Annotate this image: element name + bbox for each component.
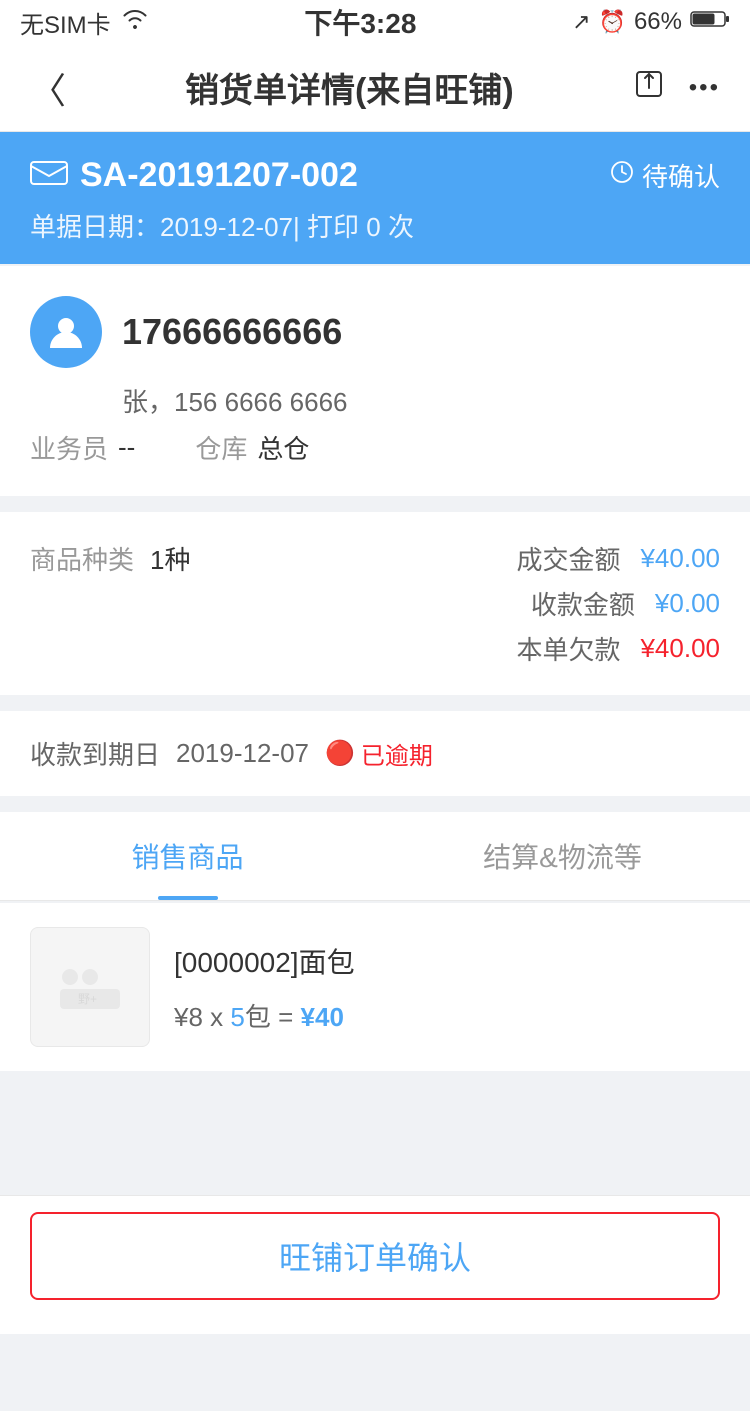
warehouse-label: 仓库 [195,429,247,466]
product-thumbnail: 野+ [30,927,150,1047]
clock-icon [610,160,634,191]
battery-label: 66% [634,8,682,36]
alarm-icon: ⏰ [599,9,626,35]
nav-actions: ••• [633,68,720,108]
amount-value: ¥40.00 [640,543,720,574]
product-price: ¥8 x 5包 = ¥40 [174,997,720,1034]
bottom-bar: 旺铺订单确认 [0,1195,750,1334]
overdue-text: 已逾期 [361,736,433,771]
summary-card: 商品种类 1种 成交金额 ¥40.00 收款金额 ¥0.00 本单欠款 ¥40.… [0,512,750,695]
multiply-symbol: x [210,1002,230,1032]
product-types-value: 1种 [150,540,190,577]
due-label: 收款到期日 [30,735,160,772]
page-title: 销货单详情(来自旺铺) [185,63,514,112]
order-id-row: SA-20191207-002 待确认 [30,156,720,195]
amount-row: 成交金额 ¥40.00 [516,540,720,577]
product-list: 野+ [0000002]面包 ¥8 x 5包 = ¥40 [0,903,750,1071]
due-date-card: 收款到期日 2019-12-07 🔴 已逾期 [0,711,750,796]
due-date: 2019-12-07 [176,738,309,769]
tab-sales[interactable]: 销售商品 [0,812,375,900]
svg-text:野+: 野+ [78,992,97,1006]
price-base: ¥8 [174,1002,203,1032]
product-name: [0000002]面包 [174,941,720,981]
product-types: 商品种类 1种 [30,540,190,577]
salesman-label: 业务员 [30,429,108,466]
status-time: 下午3:28 [304,2,416,42]
back-button[interactable]: 〈 [30,62,66,114]
owed-value: ¥40.00 [640,633,720,664]
customer-card: 17666666666 张，156 6666 6666 业务员 -- 仓库 总仓 [0,266,750,496]
warehouse-field: 仓库 总仓 [195,429,309,466]
avatar [30,296,102,368]
share-icon[interactable] [633,68,665,108]
amounts: 成交金额 ¥40.00 收款金额 ¥0.00 本单欠款 ¥40.00 [516,540,720,667]
carrier-label: 无SIM卡 [20,5,111,40]
amount-label: 成交金额 [516,540,620,577]
warehouse-value: 总仓 [257,429,309,466]
order-date: 单据日期：2019-12-07| 打印 0 次 [30,207,720,244]
table-row: 野+ [0000002]面包 ¥8 x 5包 = ¥40 [0,903,750,1071]
product-types-label: 商品种类 [30,540,134,577]
gps-icon: ↗ [572,9,590,35]
overdue-icon: 🔴 [325,739,355,768]
confirm-order-button[interactable]: 旺铺订单确认 [30,1212,720,1300]
equals-symbol: = [278,1002,300,1032]
order-status: 待确认 [610,157,720,194]
salesman-value: -- [118,432,135,463]
wifi-icon [121,8,149,36]
nav-bar: 〈 销货单详情(来自旺铺) ••• [0,44,750,132]
tab-bar: 销售商品 结算&物流等 [0,812,750,901]
salesman-field: 业务员 -- [30,429,135,466]
customer-name: 张，156 6666 6666 [30,382,720,419]
order-id: SA-20191207-002 [30,156,358,195]
owed-row: 本单欠款 ¥40.00 [516,630,720,667]
tab-active-indicator [158,896,218,900]
status-left: 无SIM卡 [20,5,149,40]
status-text: 待确认 [642,157,720,194]
status-bar: 无SIM卡 下午3:28 ↗ ⏰ 66% [0,0,750,44]
received-label: 收款金额 [531,585,635,622]
overdue-badge: 🔴 已逾期 [325,736,433,771]
tab-settlement[interactable]: 结算&物流等 [375,812,750,900]
more-icon[interactable]: ••• [689,74,720,102]
order-header: SA-20191207-002 待确认 单据日期：2019-12-07| 打印 … [0,132,750,264]
customer-meta: 业务员 -- 仓库 总仓 [30,429,720,466]
owed-label: 本单欠款 [516,630,620,667]
order-icon [30,156,68,195]
product-info: [0000002]面包 ¥8 x 5包 = ¥40 [174,941,720,1034]
customer-top: 17666666666 [30,296,720,368]
product-qty: 5 [230,1002,244,1032]
customer-phone: 17666666666 [122,311,342,353]
received-value: ¥0.00 [655,588,720,619]
received-row: 收款金额 ¥0.00 [531,585,720,622]
battery-icon [690,8,730,36]
product-total: ¥40 [301,1002,344,1032]
product-unit: 包 [245,1002,271,1032]
status-right: ↗ ⏰ 66% [572,8,730,36]
